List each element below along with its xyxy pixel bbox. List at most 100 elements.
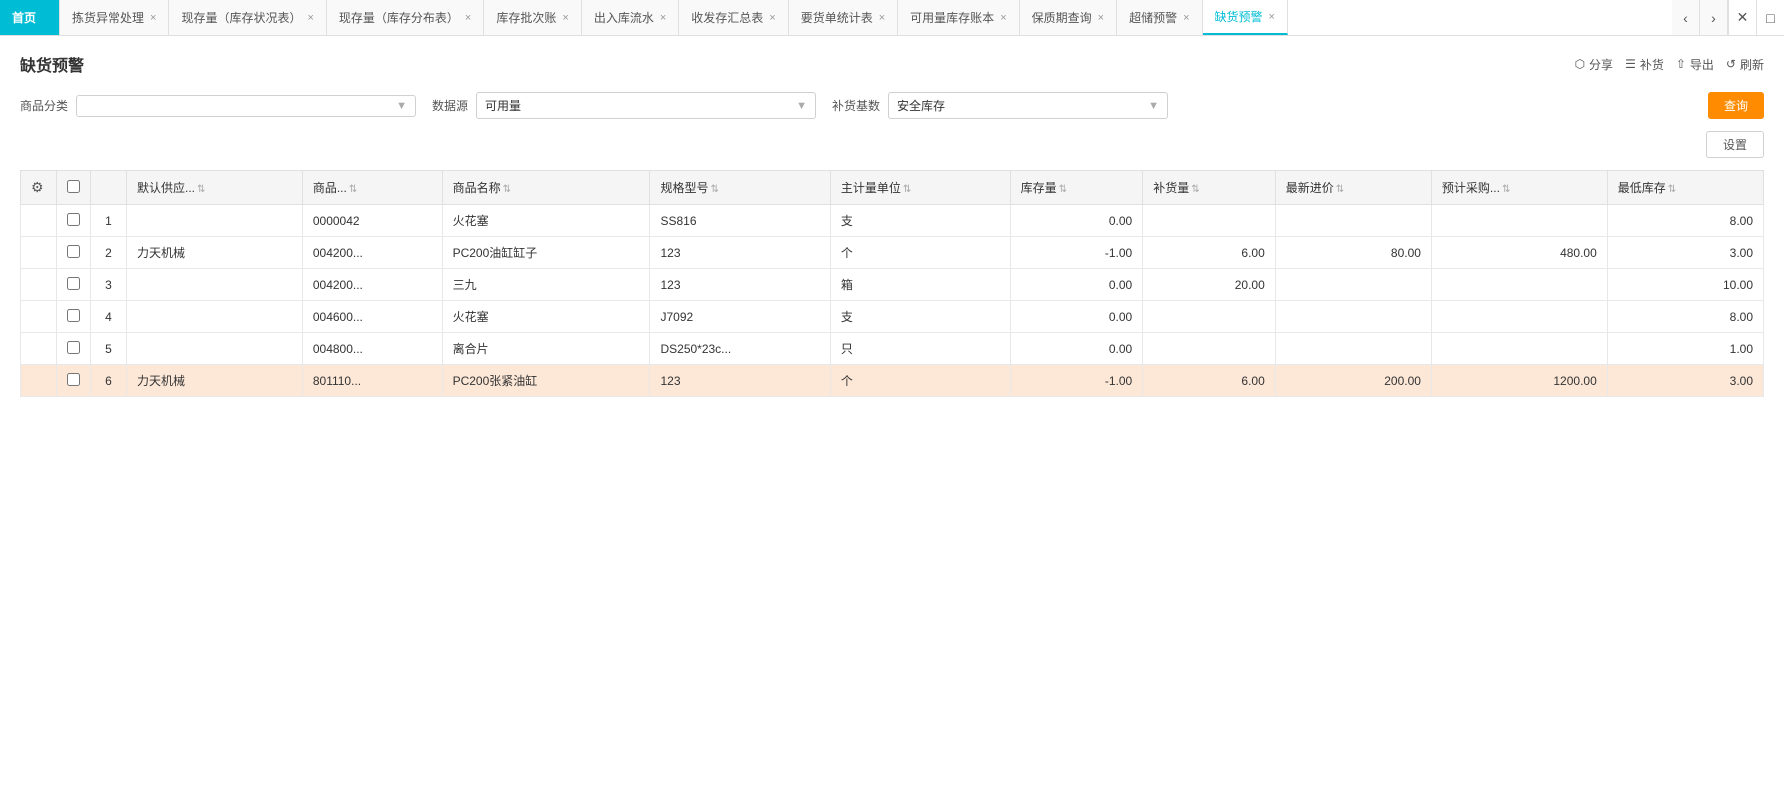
sort-icon-min-stock[interactable]: ⇅ xyxy=(1668,184,1676,195)
replenish-action[interactable]: ☰ 补货 xyxy=(1625,56,1664,73)
refresh-action[interactable]: ↺ 刷新 xyxy=(1726,56,1764,73)
tab-close-inventory-status[interactable]: × xyxy=(307,12,313,24)
tab-maximize[interactable]: □ xyxy=(1756,0,1784,36)
row-checkbox-4[interactable] xyxy=(67,341,80,354)
tab-close-receive-summary[interactable]: × xyxy=(769,12,775,24)
tab-close-current[interactable]: ✕ xyxy=(1728,0,1756,36)
row-checkbox-5[interactable] xyxy=(67,373,80,386)
cell-checkbox-5[interactable] xyxy=(57,365,91,397)
filter-bar-1: 商品分类 ▼ 数据源 可用量 ▼ 补货基数 安全库存 ▼ 查询 xyxy=(20,92,1764,119)
tab-in-out-flow[interactable]: 出入库流水× xyxy=(582,0,679,35)
col-stock-qty[interactable]: 库存量⇅ xyxy=(1010,171,1143,205)
cell-stock-1: -1.00 xyxy=(1010,237,1143,269)
col-latest-price[interactable]: 最新进价⇅ xyxy=(1275,171,1431,205)
table-row[interactable]: 6 力天机械 801110... PC200张紧油缸 123 个 -1.00 6… xyxy=(21,365,1764,397)
cell-spec-3: J7092 xyxy=(650,301,830,333)
col-product-name[interactable]: 商品名称⇅ xyxy=(442,171,650,205)
export-action[interactable]: ⇧ 导出 xyxy=(1676,56,1714,73)
col-checkbox[interactable] xyxy=(57,171,91,205)
row-checkbox-2[interactable] xyxy=(67,277,80,290)
sort-icon-product-name[interactable]: ⇅ xyxy=(503,184,511,195)
cell-checkbox-0[interactable] xyxy=(57,205,91,237)
row-checkbox-3[interactable] xyxy=(67,309,80,322)
sort-icon-unit[interactable]: ⇅ xyxy=(903,184,911,195)
sort-icon-supplier[interactable]: ⇅ xyxy=(197,184,205,195)
col-min-stock[interactable]: 最低库存⇅ xyxy=(1607,171,1763,205)
main-content: 缺货预警 ⬡ 分享 ☰ 补货 ⇧ 导出 ↺ 刷新 商品分类 xyxy=(0,36,1784,796)
tab-batch-account[interactable]: 库存批次账× xyxy=(484,0,581,35)
col-product-code[interactable]: 商品...⇅ xyxy=(302,171,442,205)
tab-shortage[interactable]: 缺货预警× xyxy=(1203,0,1288,35)
cell-checkbox-2[interactable] xyxy=(57,269,91,301)
cell-name-1: PC200油缸缸子 xyxy=(442,237,650,269)
col-replenish-qty[interactable]: 补货量⇅ xyxy=(1143,171,1276,205)
tab-close-available-ledger[interactable]: × xyxy=(1000,12,1006,24)
row-checkbox-1[interactable] xyxy=(67,245,80,258)
sort-icon-estimated[interactable]: ⇅ xyxy=(1502,184,1510,195)
cell-name-3: 火花塞 xyxy=(442,301,650,333)
query-button[interactable]: 查询 xyxy=(1708,92,1764,119)
cell-rownum-1: 2 xyxy=(91,237,127,269)
col-unit[interactable]: 主计量单位⇅ xyxy=(830,171,1010,205)
filter-bar-2: 设置 xyxy=(20,131,1764,158)
tab-label-expiry-query: 保质期查询 xyxy=(1032,9,1092,26)
share-icon: ⬡ xyxy=(1575,57,1585,71)
tab-close-order-stat[interactable]: × xyxy=(879,12,885,24)
tab-inventory-status[interactable]: 现存量（库存状况表）× xyxy=(169,0,326,35)
gear-icon[interactable]: ⚙ xyxy=(31,179,44,195)
cell-settings-4 xyxy=(21,333,57,365)
select-all-checkbox[interactable] xyxy=(67,180,80,193)
sort-icon-spec[interactable]: ⇅ xyxy=(710,184,718,195)
datasource-select[interactable]: 可用量 ▼ xyxy=(476,92,816,119)
cell-spec-0: SS816 xyxy=(650,205,830,237)
tab-defect-handling[interactable]: 拣货异常处理× xyxy=(60,0,169,35)
tab-home[interactable]: 首页 xyxy=(0,0,60,35)
category-select-arrow: ▼ xyxy=(396,100,407,112)
sort-icon-price[interactable]: ⇅ xyxy=(1336,184,1344,195)
cell-checkbox-4[interactable] xyxy=(57,333,91,365)
col-spec[interactable]: 规格型号⇅ xyxy=(650,171,830,205)
tab-close-inventory-dist[interactable]: × xyxy=(465,12,471,24)
cell-minstock-1: 3.00 xyxy=(1607,237,1763,269)
tab-overstock[interactable]: 超储预警× xyxy=(1117,0,1202,35)
sort-icon-stock[interactable]: ⇅ xyxy=(1059,184,1067,195)
cell-spec-1: 123 xyxy=(650,237,830,269)
cell-estimated-2 xyxy=(1431,269,1607,301)
tab-available-ledger[interactable]: 可用量库存账本× xyxy=(898,0,1019,35)
replenish-base-select[interactable]: 安全库存 ▼ xyxy=(888,92,1168,119)
tab-expiry-query[interactable]: 保质期查询 × xyxy=(1020,0,1117,35)
category-label: 商品分类 xyxy=(20,97,68,114)
tab-scroll-right[interactable]: › xyxy=(1700,0,1728,35)
cell-checkbox-1[interactable] xyxy=(57,237,91,269)
cell-unit-0: 支 xyxy=(830,205,1010,237)
table-row[interactable]: 4 004600... 火花塞 J7092 支 0.00 8.00 xyxy=(21,301,1764,333)
tab-close-batch-account[interactable]: × xyxy=(562,12,568,24)
tab-close-expiry-query[interactable]: × xyxy=(1098,12,1104,24)
cell-spec-5: 123 xyxy=(650,365,830,397)
sort-icon-replenish[interactable]: ⇅ xyxy=(1191,184,1199,195)
category-select[interactable]: ▼ xyxy=(76,95,416,117)
row-checkbox-0[interactable] xyxy=(67,213,80,226)
table-row[interactable]: 3 004200... 三九 123 箱 0.00 20.00 10.00 xyxy=(21,269,1764,301)
sort-icon-product-code[interactable]: ⇅ xyxy=(349,184,357,195)
table-row[interactable]: 2 力天机械 004200... PC200油缸缸子 123 个 -1.00 6… xyxy=(21,237,1764,269)
col-default-supplier[interactable]: 默认供应...⇅ xyxy=(127,171,303,205)
table-row[interactable]: 5 004800... 离合片 DS250*23c... 只 0.00 1.00 xyxy=(21,333,1764,365)
tab-close-shortage[interactable]: × xyxy=(1269,11,1275,23)
tab-receive-summary[interactable]: 收发存汇总表× xyxy=(679,0,788,35)
settings-button[interactable]: 设置 xyxy=(1706,131,1764,158)
tab-close-overstock[interactable]: × xyxy=(1183,12,1189,24)
col-settings[interactable]: ⚙ xyxy=(21,171,57,205)
datasource-label: 数据源 xyxy=(432,97,468,114)
share-action[interactable]: ⬡ 分享 xyxy=(1575,56,1614,73)
cell-checkbox-3[interactable] xyxy=(57,301,91,333)
col-estimated-purchase[interactable]: 预计采购...⇅ xyxy=(1431,171,1607,205)
cell-code-1: 004200... xyxy=(302,237,442,269)
cell-settings-0 xyxy=(21,205,57,237)
table-row[interactable]: 1 0000042 火花塞 SS816 支 0.00 8.00 xyxy=(21,205,1764,237)
tab-close-defect-handling[interactable]: × xyxy=(150,12,156,24)
tab-inventory-dist[interactable]: 现存量（库存分布表）× xyxy=(327,0,484,35)
tab-scroll-left[interactable]: ‹ xyxy=(1672,0,1700,35)
tab-order-stat[interactable]: 要货单统计表× xyxy=(789,0,898,35)
tab-close-in-out-flow[interactable]: × xyxy=(660,12,666,24)
